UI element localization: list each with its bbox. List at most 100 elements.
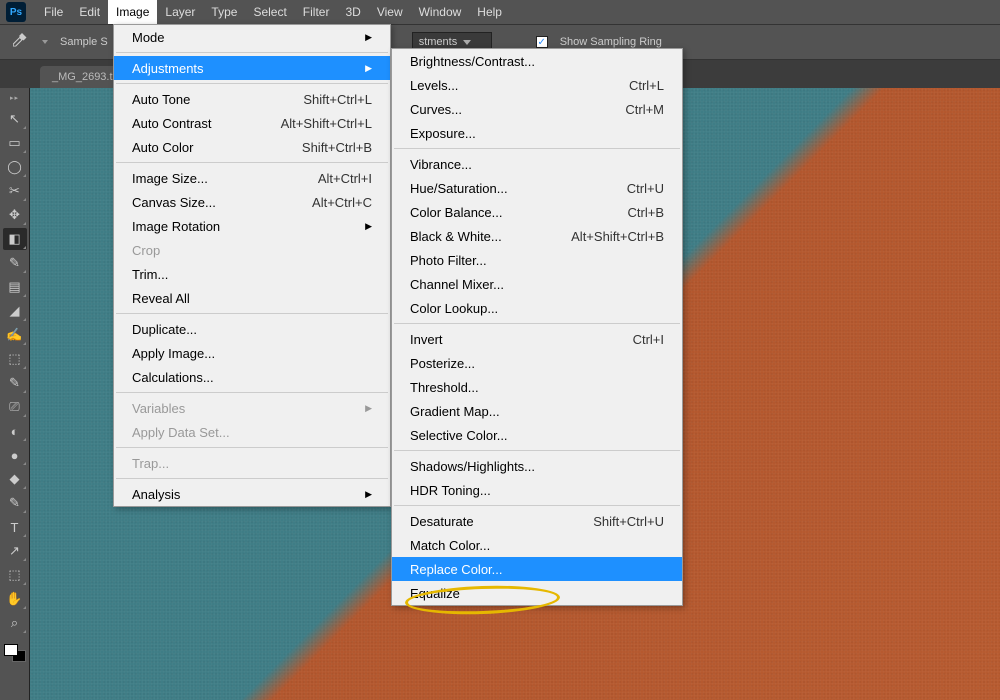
image-menu-apply-image[interactable]: Apply Image... bbox=[114, 341, 390, 365]
tool-11[interactable]: ✎ bbox=[3, 372, 27, 394]
show-sampling-ring-label: Show Sampling Ring bbox=[560, 36, 662, 48]
menu-shortcut: Shift+Ctrl+U bbox=[593, 514, 664, 529]
tool-1[interactable]: ▭ bbox=[3, 132, 27, 154]
image-menu-mode[interactable]: Mode▶ bbox=[114, 25, 390, 49]
menu-item-label: Gradient Map... bbox=[410, 404, 500, 419]
tool-7[interactable]: ▤ bbox=[3, 276, 27, 298]
adjustments-desaturate[interactable]: Desaturate Shift+Ctrl+U bbox=[392, 509, 682, 533]
image-menu-auto-tone[interactable]: Auto ToneShift+Ctrl+L bbox=[114, 87, 390, 111]
image-menu-calculations[interactable]: Calculations... bbox=[114, 365, 390, 389]
menubar[interactable]: Ps FileEditImageLayerTypeSelectFilter3DV… bbox=[0, 0, 1000, 24]
tool-6[interactable]: ✎ bbox=[3, 252, 27, 274]
menu-filter[interactable]: Filter bbox=[295, 0, 338, 24]
adjustments-color-lookup[interactable]: Color Lookup... bbox=[392, 296, 682, 320]
menu-file[interactable]: File bbox=[36, 0, 71, 24]
eyedropper-icon bbox=[10, 33, 28, 51]
image-menu-auto-contrast[interactable]: Auto ContrastAlt+Shift+Ctrl+L bbox=[114, 111, 390, 135]
menu-item-label: Analysis bbox=[132, 487, 180, 502]
tool-2[interactable]: ◯ bbox=[3, 156, 27, 178]
adjustments-match-color[interactable]: Match Color... bbox=[392, 533, 682, 557]
menu-item-label: Shadows/Highlights... bbox=[410, 459, 535, 474]
menu-type[interactable]: Type bbox=[203, 0, 245, 24]
dropdown-arrow-icon bbox=[463, 40, 471, 45]
adjustments-exposure[interactable]: Exposure... bbox=[392, 121, 682, 145]
menu-item-label: Apply Data Set... bbox=[132, 425, 230, 440]
menu-item-label: Duplicate... bbox=[132, 322, 197, 337]
image-menu-image-rotation[interactable]: Image Rotation▶ bbox=[114, 214, 390, 238]
adjustments-photo-filter[interactable]: Photo Filter... bbox=[392, 248, 682, 272]
menu-window[interactable]: Window bbox=[411, 0, 470, 24]
adjustments-hdr-toning[interactable]: HDR Toning... bbox=[392, 478, 682, 502]
menu-item-label: Exposure... bbox=[410, 126, 476, 141]
toolbox-collapse-icon[interactable]: ▸▸ bbox=[0, 94, 29, 104]
image-menu-crop: Crop bbox=[114, 238, 390, 262]
tool-17[interactable]: T bbox=[3, 516, 27, 538]
adjustments-brightness-contrast[interactable]: Brightness/Contrast... bbox=[392, 49, 682, 73]
menu-item-label: Auto Contrast bbox=[132, 116, 212, 131]
tool-21[interactable]: ⌕ bbox=[3, 612, 27, 634]
image-menu-adjustments[interactable]: Adjustments▶ bbox=[114, 56, 390, 80]
adjustments-color-balance[interactable]: Color Balance...Ctrl+B bbox=[392, 200, 682, 224]
menu-edit[interactable]: Edit bbox=[71, 0, 108, 24]
adjustments-invert[interactable]: InvertCtrl+I bbox=[392, 327, 682, 351]
menu-item-label: Brightness/Contrast... bbox=[410, 54, 535, 69]
adjustments-channel-mixer[interactable]: Channel Mixer... bbox=[392, 272, 682, 296]
adjustments-posterize[interactable]: Posterize... bbox=[392, 351, 682, 375]
menu-view[interactable]: View bbox=[369, 0, 411, 24]
image-menu-auto-color[interactable]: Auto ColorShift+Ctrl+B bbox=[114, 135, 390, 159]
image-menu-trim[interactable]: Trim... bbox=[114, 262, 390, 286]
adjustments-black-white[interactable]: Black & White...Alt+Shift+Ctrl+B bbox=[392, 224, 682, 248]
adjustments-replace-color[interactable]: Replace Color... bbox=[392, 557, 682, 581]
menu-3d[interactable]: 3D bbox=[337, 0, 368, 24]
tool-18[interactable]: ↗ bbox=[3, 540, 27, 562]
adjustments-curves[interactable]: Curves...Ctrl+M bbox=[392, 97, 682, 121]
image-menu-apply-data-set: Apply Data Set... bbox=[114, 420, 390, 444]
adjustments-equalize[interactable]: Equalize bbox=[392, 581, 682, 605]
foreground-color-swatch[interactable] bbox=[4, 644, 18, 656]
tool-14[interactable]: ● bbox=[3, 444, 27, 466]
image-menu-canvas-size[interactable]: Canvas Size...Alt+Ctrl+C bbox=[114, 190, 390, 214]
menu-item-label: Desaturate bbox=[410, 514, 474, 529]
show-sampling-ring-checkbox[interactable] bbox=[536, 36, 548, 48]
adjustments-threshold[interactable]: Threshold... bbox=[392, 375, 682, 399]
adjustments-shadows-highlights[interactable]: Shadows/Highlights... bbox=[392, 454, 682, 478]
adjustments-levels[interactable]: Levels...Ctrl+L bbox=[392, 73, 682, 97]
submenu-arrow-icon: ▶ bbox=[365, 489, 372, 500]
tool-0[interactable]: ↖ bbox=[3, 108, 27, 130]
adjustments-vibrance[interactable]: Vibrance... bbox=[392, 152, 682, 176]
tool-10[interactable]: ⬚ bbox=[3, 348, 27, 370]
document-tab-1[interactable]: _MG_2693.t bbox=[40, 66, 125, 88]
menu-shortcut: Ctrl+B bbox=[628, 205, 664, 220]
menu-item-label: Curves... bbox=[410, 102, 462, 117]
tool-3[interactable]: ✂ bbox=[3, 180, 27, 202]
image-menu-analysis[interactable]: Analysis ▶ bbox=[114, 482, 390, 506]
image-menu-trap: Trap... bbox=[114, 451, 390, 475]
tool-20[interactable]: ✋ bbox=[3, 588, 27, 610]
menu-item-label: Adjustments bbox=[132, 61, 204, 76]
tool-8[interactable]: ◢ bbox=[3, 300, 27, 322]
menu-item-label: Trap... bbox=[132, 456, 169, 471]
tool-16[interactable]: ✎ bbox=[3, 492, 27, 514]
color-swatches[interactable] bbox=[4, 644, 26, 662]
tool-13[interactable]: ◐ bbox=[3, 420, 27, 442]
tool-12[interactable]: ⎚ bbox=[3, 396, 27, 418]
adjustments-gradient-map[interactable]: Gradient Map... bbox=[392, 399, 682, 423]
image-menu-reveal-all[interactable]: Reveal All bbox=[114, 286, 390, 310]
menu-shortcut: Shift+Ctrl+L bbox=[303, 92, 372, 107]
menu-layer[interactable]: Layer bbox=[157, 0, 203, 24]
menu-select[interactable]: Select bbox=[245, 0, 294, 24]
tool-preset-dropdown-icon[interactable] bbox=[42, 40, 48, 44]
tool-19[interactable]: ⬚ bbox=[3, 564, 27, 586]
tool-15[interactable]: ◆ bbox=[3, 468, 27, 490]
image-menu-image-size[interactable]: Image Size...Alt+Ctrl+I bbox=[114, 166, 390, 190]
menu-help[interactable]: Help bbox=[469, 0, 510, 24]
tool-9[interactable]: ✍ bbox=[3, 324, 27, 346]
adjustments-selective-color[interactable]: Selective Color... bbox=[392, 423, 682, 447]
menu-item-label: Hue/Saturation... bbox=[410, 181, 508, 196]
tool-5[interactable]: ◧ bbox=[3, 228, 27, 250]
tool-4[interactable]: ✥ bbox=[3, 204, 27, 226]
adjustments-hue-saturation[interactable]: Hue/Saturation...Ctrl+U bbox=[392, 176, 682, 200]
menu-image[interactable]: Image bbox=[108, 0, 157, 24]
menu-item-label: Calculations... bbox=[132, 370, 214, 385]
image-menu-duplicate[interactable]: Duplicate... bbox=[114, 317, 390, 341]
